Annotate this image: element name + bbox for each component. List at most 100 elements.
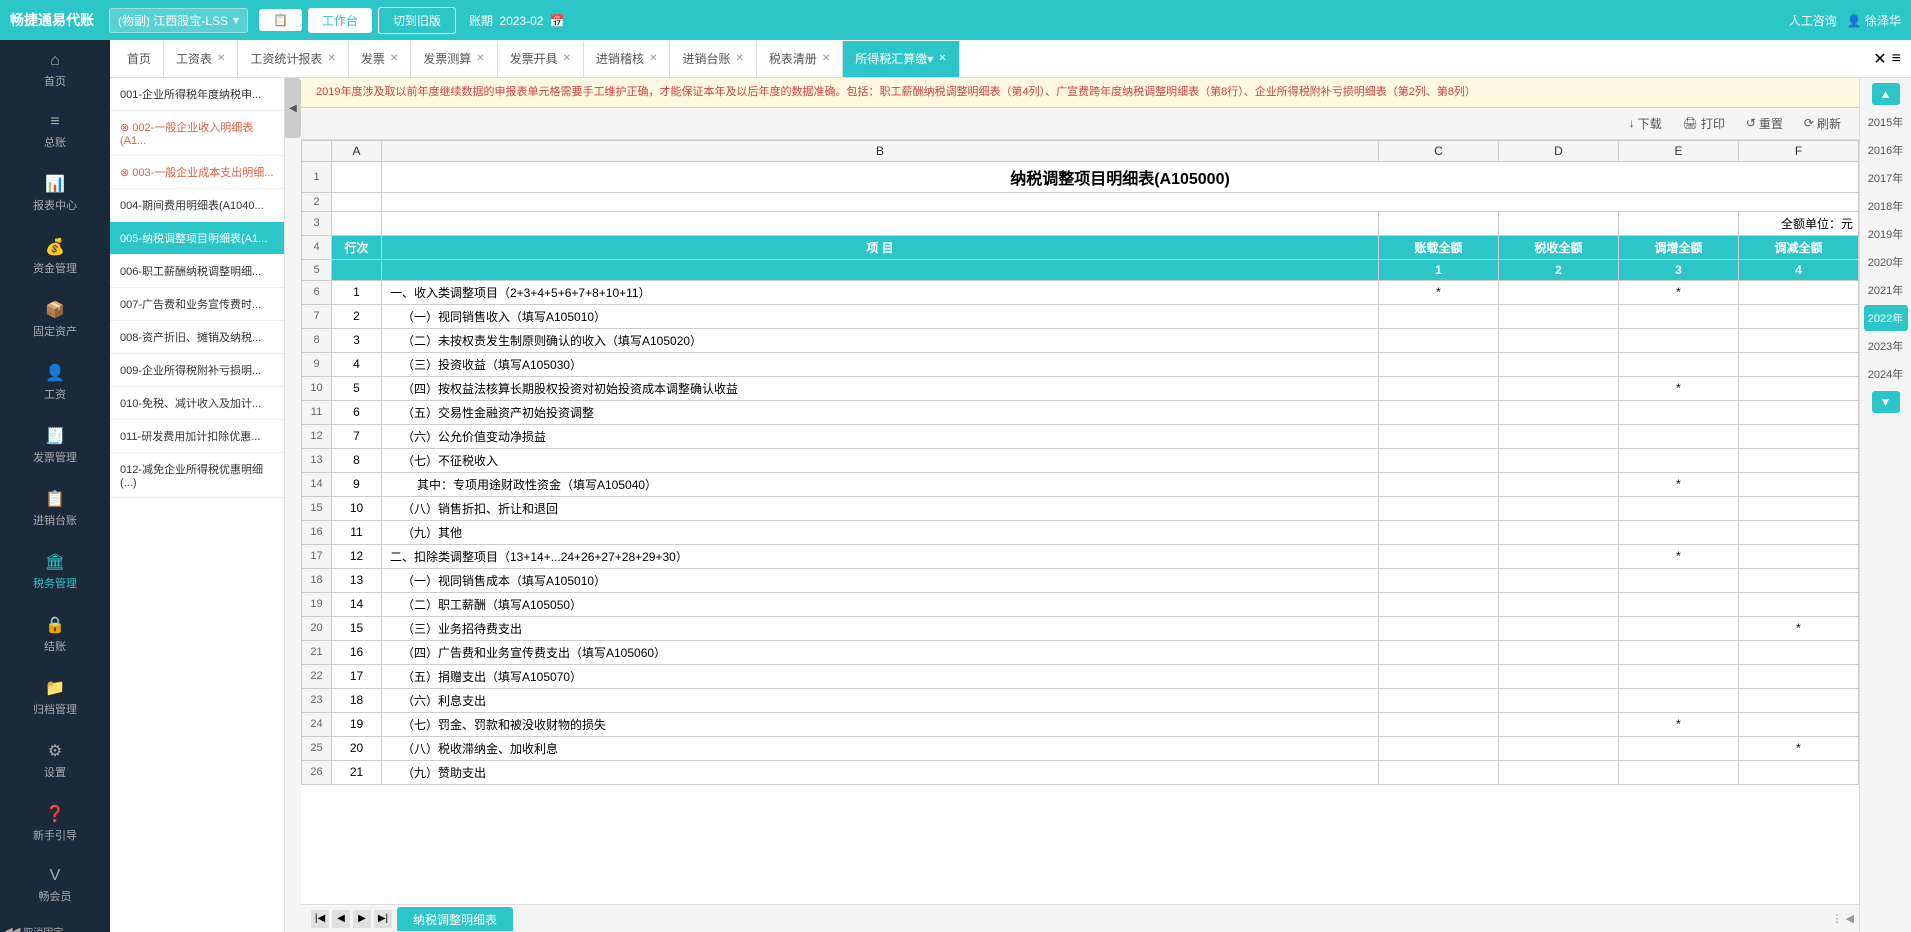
tab-invoice-close[interactable]: ✕ <box>390 53 398 64</box>
form-item-005[interactable]: 005-纳税调整项目明细表(A1... <box>110 222 284 255</box>
refresh-btn[interactable]: ⟳ 刷新 <box>1796 112 1849 135</box>
tab-salary-report-label: 工资统计报表 <box>250 50 322 67</box>
reset-btn[interactable]: ↺ 重置 <box>1738 112 1791 135</box>
tab-in-out-check[interactable]: 进销稽核 ✕ <box>584 41 670 77</box>
switch-old-btn[interactable]: 切到旧版 <box>378 7 456 34</box>
sheet-title: 纳税调整项目明细表(A105000) <box>382 161 1859 192</box>
year-2019[interactable]: 2019年 <box>1864 221 1908 247</box>
spreadsheet-wrapper[interactable]: A B C D E F <box>301 140 1859 905</box>
tab-tax-clear-close[interactable]: ✕ <box>822 53 830 64</box>
year-2018[interactable]: 2018年 <box>1864 193 1908 219</box>
tab-invoice-calc[interactable]: 发票测算 ✕ <box>411 41 497 77</box>
corner-cell <box>302 140 332 161</box>
sidebar-item-settings[interactable]: ⚙ 设置 <box>0 729 110 792</box>
year-2015[interactable]: 2015年 <box>1864 109 1908 135</box>
error-icon-003: ⊗ <box>120 167 129 179</box>
consult-btn[interactable]: 人工咨询 <box>1789 12 1837 29</box>
col-header-D: D <box>1499 140 1619 161</box>
sidebar-item-sales[interactable]: 📋 进销台账 <box>0 477 110 540</box>
tab-home[interactable]: 首页 <box>115 41 164 77</box>
tab-salary[interactable]: 工资表 ✕ <box>164 41 238 77</box>
sidebar-item-close[interactable]: 🔒 结账 <box>0 603 110 666</box>
form-item-008[interactable]: 008-资产折旧、摊销及纳税... <box>110 321 284 354</box>
year-2021[interactable]: 2021年 <box>1864 277 1908 303</box>
tab-tax-clear[interactable]: 税表清册 ✕ <box>757 41 843 77</box>
table-row: 1 纳税调整项目明细表(A105000) <box>302 161 1859 192</box>
year-2016[interactable]: 2016年 <box>1864 137 1908 163</box>
form-item-004[interactable]: 004-期间费用明细表(A1040... <box>110 189 284 222</box>
form-item-010[interactable]: 010-免税、减计收入及加计... <box>110 387 284 420</box>
tab-invoice[interactable]: 发票 ✕ <box>349 41 411 77</box>
user-avatar[interactable]: 👤 徐泽华 <box>1847 12 1901 29</box>
year-nav-down[interactable]: ▼ <box>1872 391 1900 413</box>
sidebar-label-archive: 归档管理 <box>33 701 77 717</box>
pin-icon: ◀◀ <box>5 926 20 932</box>
panel-collapse-btn[interactable]: ◀ <box>285 78 301 138</box>
sidebar-item-ledger[interactable]: ≡ 总账 <box>0 101 110 162</box>
year-nav-up[interactable]: ▲ <box>1872 83 1900 105</box>
tab-income-tax-close[interactable]: ✕ <box>938 53 946 64</box>
tab-more[interactable]: ≡ <box>1892 50 1901 68</box>
sidebar-item-reports[interactable]: 📊 报表中心 <box>0 162 110 225</box>
year-2022[interactable]: 2022年 <box>1864 305 1908 331</box>
year-2017[interactable]: 2017年 <box>1864 165 1908 191</box>
company-selector[interactable]: (物副) 江西股宝-LSS ▾ <box>109 8 248 33</box>
tab-invoice-issue[interactable]: 发票开具 ✕ <box>498 41 584 77</box>
col-sub-2: 2 <box>1499 259 1619 280</box>
sidebar-label-invoice: 发票管理 <box>33 449 77 465</box>
table-row: 12 7 （六）公允价值变动净损益 <box>302 424 1859 448</box>
tab-in-out-check-close[interactable]: ✕ <box>649 53 657 64</box>
unpin-btn[interactable]: ◀◀ 取消固定 <box>0 916 110 932</box>
finance-icon: 💰 <box>45 237 65 257</box>
workbench-btn[interactable]: 工作台 <box>308 8 372 33</box>
sidebar-item-invoice[interactable]: 🧾 发票管理 <box>0 414 110 477</box>
form-item-007[interactable]: 007-广告费和业务宣传费时... <box>110 288 284 321</box>
tab-invoice-issue-close[interactable]: ✕ <box>563 53 571 64</box>
form-item-006[interactable]: 006-职工薪酬纳税调整明细... <box>110 255 284 288</box>
sales-icon: 📋 <box>45 489 65 509</box>
form-item-001[interactable]: 001-企业所得税年度纳税申... <box>110 78 284 111</box>
sidebar-item-tax[interactable]: 🏛 税务管理 <box>0 540 110 603</box>
table-row: 19 14 （二）职工薪酬（填写A105050） <box>302 592 1859 616</box>
calendar-icon[interactable]: 📅 <box>550 14 565 28</box>
download-btn[interactable]: ↓ 下载 <box>1621 112 1670 135</box>
sidebar-label-guide: 新手引导 <box>33 827 77 843</box>
sheet-nav-first[interactable]: |◀ <box>311 910 329 928</box>
tab-salary-report[interactable]: 工资统计报表 ✕ <box>238 41 348 77</box>
sheet-tab-adjust[interactable]: 纳税调整明细表 <box>397 907 513 931</box>
print-btn[interactable]: 🖨 打印 <box>1675 112 1733 135</box>
sidebar-item-archive[interactable]: 📁 归档管理 <box>0 666 110 729</box>
form-item-002[interactable]: ⊗002-一般企业收入明细表(A1... <box>110 111 284 156</box>
sidebar-item-member[interactable]: V 畅会员 <box>0 855 110 916</box>
year-2020[interactable]: 2020年 <box>1864 249 1908 275</box>
table-row: 3 全额单位：元 <box>302 211 1859 235</box>
sidebar-label-member: 畅会员 <box>39 888 72 904</box>
tab-close-all[interactable]: ✕ <box>1873 49 1886 69</box>
sheet-nav-prev[interactable]: ◀ <box>332 910 350 928</box>
sidebar-item-guide[interactable]: ❓ 新手引导 <box>0 792 110 855</box>
table-row: 6 1 一、收入类调整项目（2+3+4+5+6+7+8+10+11） * * <box>302 280 1859 304</box>
sidebar-item-salary[interactable]: 👤 工资 <box>0 351 110 414</box>
sheet-nav-next[interactable]: ▶ <box>353 910 371 928</box>
year-2023[interactable]: 2023年 <box>1864 333 1908 359</box>
tab-income-tax[interactable]: 所得税汇算缴▾ ✕ <box>843 41 959 77</box>
ledger-icon: ≡ <box>50 113 59 131</box>
sidebar-label-sales: 进销台账 <box>33 512 77 528</box>
tab-in-out-ledger-close[interactable]: ✕ <box>735 53 743 64</box>
sidebar-item-finance[interactable]: 💰 资金管理 <box>0 225 110 288</box>
copy-btn[interactable]: 📋 <box>259 9 302 31</box>
form-item-012[interactable]: 012-减免企业所得税优惠明细(...) <box>110 453 284 498</box>
tab-salary-report-close[interactable]: ✕ <box>327 53 335 64</box>
sidebar-item-assets[interactable]: 📦 固定资产 <box>0 288 110 351</box>
tab-salary-close[interactable]: ✕ <box>217 53 225 64</box>
tab-in-out-ledger[interactable]: 进销台账 ✕ <box>670 41 756 77</box>
tab-invoice-calc-close[interactable]: ✕ <box>476 53 484 64</box>
form-item-003[interactable]: ⊗003-一般企业成本支出明细... <box>110 156 284 189</box>
form-item-011[interactable]: 011-研发费用加计扣除优惠... <box>110 420 284 453</box>
print-icon: 🖨 <box>1683 116 1698 130</box>
form-item-009[interactable]: 009-企业所得税附补亏损明... <box>110 354 284 387</box>
year-2024[interactable]: 2024年 <box>1864 361 1908 387</box>
table-row: 8 3 （二）未按权责发生制原则确认的收入（填写A105020） <box>302 328 1859 352</box>
sheet-nav-last[interactable]: ▶| <box>374 910 392 928</box>
sidebar-item-home[interactable]: ⌂ 首页 <box>0 40 110 101</box>
